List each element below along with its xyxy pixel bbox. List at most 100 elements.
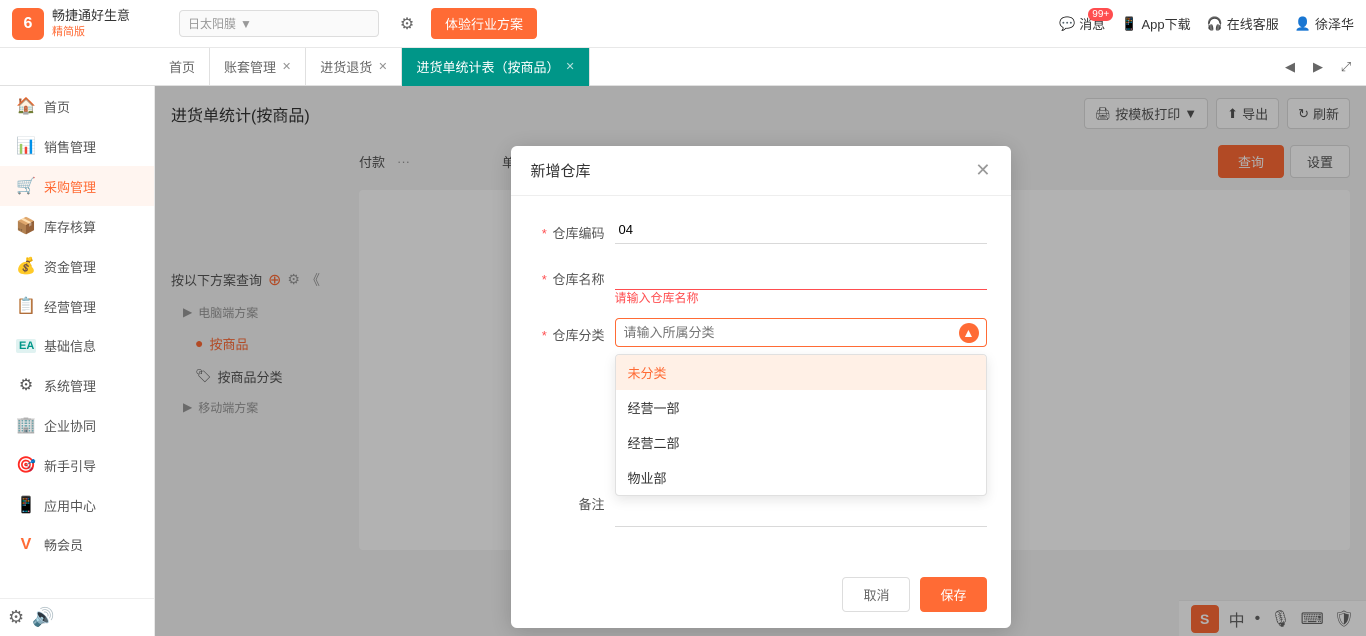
category-select-wrap: ▲ 未分类 经营一部 经营二部 物业部 [615, 318, 987, 347]
message-badge: 99+ [1088, 8, 1113, 21]
purchase-icon: 🛒 [16, 176, 36, 196]
note-label: 备注 [535, 487, 615, 513]
app-download-item[interactable]: 📱 App下载 [1121, 14, 1190, 33]
sidebar-enterprise-label: 企业协同 [44, 416, 96, 435]
category-dropdown: 未分类 经营一部 经营二部 物业部 [615, 354, 987, 496]
sidebar-sales-label: 销售管理 [44, 137, 96, 156]
tab-purchase-stats-close-icon[interactable]: ✕ [566, 60, 575, 73]
dropdown-item-dept1[interactable]: 经营一部 [616, 390, 986, 425]
sidebar-item-vip[interactable]: V 畅会员 [0, 525, 154, 564]
name-label-text: 仓库名称 [552, 272, 604, 287]
dropdown-item-none[interactable]: 未分类 [616, 355, 986, 390]
category-arrow-up-icon[interactable]: ▲ [959, 323, 979, 343]
dialog-close-icon[interactable]: ✕ [975, 160, 990, 181]
sidebar-item-guide[interactable]: 🎯 新手引导 [0, 445, 154, 485]
sidebar-purchase-label: 采购管理 [44, 177, 96, 196]
tab-purchase-return-close-icon[interactable]: ✕ [378, 60, 387, 73]
headset-icon: 🎧 [1207, 16, 1223, 32]
guide-icon: 🎯 [16, 455, 36, 475]
main-layout: 🏠 首页 📊 销售管理 🛒 采购管理 📦 库存核算 💰 资金管理 📋 经营管理 … [0, 86, 1366, 636]
sidebar-bottom: ⚙ 🔊 [0, 598, 154, 636]
warehouse-name-input[interactable] [615, 262, 987, 290]
top-header: 6 畅捷通好生意 精简版 日太阳膜 ▼ ⚙ 体验行业方案 💬 消息 99+ 📱 … [0, 0, 1366, 48]
tab-prev-icon[interactable]: ◀ [1278, 55, 1302, 79]
tab-expand-icon[interactable]: ⤢ [1334, 55, 1358, 79]
tab-next-icon[interactable]: ▶ [1306, 55, 1330, 79]
warehouse-code-input[interactable] [615, 216, 987, 244]
form-row-category: * 仓库分类 ▲ 未分类 经营一部 经营二部 物业部 [535, 318, 987, 347]
sidebar-item-enterprise[interactable]: 🏢 企业协同 [0, 405, 154, 445]
system-icon: ⚙ [16, 375, 36, 395]
online-service-label: 在线客服 [1227, 14, 1279, 33]
phone-icon: 📱 [1121, 16, 1137, 32]
tab-account-close-icon[interactable]: ✕ [282, 60, 291, 73]
dropdown-item-dept2[interactable]: 经营二部 [616, 425, 986, 460]
sales-icon: 📊 [16, 136, 36, 156]
form-row-name: * 仓库名称 请输入仓库名称 [535, 262, 987, 290]
category-label: * 仓库分类 [535, 318, 615, 344]
warehouse-name-error-msg: 请输入仓库名称 [615, 289, 699, 306]
code-required-star: * [542, 226, 547, 241]
sidebar-finance-label: 资金管理 [44, 257, 96, 276]
tab-purchase-stats-label: 进货单统计表（按商品） [416, 57, 559, 76]
dialog-overlay: 新增仓库 ✕ * 仓库编码 * [155, 86, 1366, 636]
tab-purchase-return[interactable]: 进货退货 ✕ [306, 48, 402, 86]
tab-account[interactable]: 账套管理 ✕ [210, 48, 306, 86]
sidebar-item-system[interactable]: ⚙ 系统管理 [0, 365, 154, 405]
sidebar-inventory-label: 库存核算 [44, 217, 96, 236]
dropdown-arrow-icon: ▼ [240, 17, 252, 31]
vip-icon: V [16, 536, 36, 554]
dialog-title: 新增仓库 [531, 160, 591, 181]
message-item[interactable]: 💬 消息 99+ [1059, 14, 1105, 33]
sidebar-operations-label: 经营管理 [44, 297, 96, 316]
dialog-body: * 仓库编码 * 仓库名称 请输入仓库名称 [511, 196, 1011, 565]
dialog-footer: 取消 保存 [511, 565, 1011, 628]
operations-icon: 📋 [16, 296, 36, 316]
sidebar-item-purchase[interactable]: 🛒 采购管理 [0, 166, 154, 206]
finance-icon: 💰 [16, 256, 36, 276]
tab-controls: ◀ ▶ ⤢ [1278, 55, 1366, 79]
sidebar-item-finance[interactable]: 💰 资金管理 [0, 246, 154, 286]
tab-purchase-return-label: 进货退货 [320, 57, 372, 76]
online-service-item[interactable]: 🎧 在线客服 [1207, 14, 1279, 33]
sidebar-item-inventory[interactable]: 📦 库存核算 [0, 206, 154, 246]
tab-purchase-stats[interactable]: 进货单统计表（按商品） ✕ [402, 48, 589, 86]
category-input[interactable] [615, 318, 987, 347]
sidebar-item-app-center[interactable]: 📱 应用中心 [0, 485, 154, 525]
sidebar-home-label: 首页 [44, 97, 70, 116]
logo-text: 畅捷通好生意 精简版 [52, 8, 130, 39]
header-search-inner[interactable]: 日太阳膜 ▼ [179, 10, 379, 37]
basic-info-icon: EA [16, 339, 36, 353]
save-button[interactable]: 保存 [920, 577, 986, 612]
tab-home[interactable]: 首页 [155, 48, 210, 86]
content-area: 进货单统计(按商品) 🖨 按模板打印 ▼ ⬆ 导出 ↻ 刷新 [155, 86, 1366, 636]
tab-bar: 首页 账套管理 ✕ 进货退货 ✕ 进货单统计表（按商品） ✕ ◀ ▶ ⤢ [0, 48, 1366, 86]
settings-bottom-icon[interactable]: ⚙ [8, 607, 24, 628]
tab-account-label: 账套管理 [224, 57, 276, 76]
username-label: 徐泽华 [1315, 14, 1354, 33]
note-label-text: 备注 [578, 497, 604, 512]
trial-button[interactable]: 体验行业方案 [431, 8, 537, 39]
app-download-label: App下载 [1141, 14, 1190, 33]
sidebar-item-basic-info[interactable]: EA 基础信息 [0, 326, 154, 365]
app-center-icon: 📱 [16, 495, 36, 515]
dialog-header: 新增仓库 ✕ [511, 146, 1011, 196]
volume-icon[interactable]: 🔊 [32, 607, 54, 628]
sidebar-item-home[interactable]: 🏠 首页 [0, 86, 154, 126]
sidebar-vip-label: 畅会员 [44, 535, 83, 554]
settings-gear-icon[interactable]: ⚙ [391, 8, 423, 40]
dropdown-item-property[interactable]: 物业部 [616, 460, 986, 495]
sidebar: 🏠 首页 📊 销售管理 🛒 采购管理 📦 库存核算 💰 资金管理 📋 经营管理 … [0, 86, 155, 636]
header-search-wrap: 日太阳膜 ▼ [179, 10, 379, 37]
logo-sub: 精简版 [52, 25, 130, 39]
code-label: * 仓库编码 [535, 216, 615, 242]
name-label: * 仓库名称 [535, 262, 615, 288]
cancel-button[interactable]: 取消 [842, 577, 910, 612]
enterprise-icon: 🏢 [16, 415, 36, 435]
category-label-text: 仓库分类 [552, 328, 604, 343]
user-item[interactable]: 👤 徐泽华 [1295, 14, 1354, 33]
message-icon: 💬 [1059, 16, 1075, 32]
search-text: 日太阳膜 [188, 15, 236, 32]
sidebar-item-sales[interactable]: 📊 销售管理 [0, 126, 154, 166]
sidebar-item-operations[interactable]: 📋 经营管理 [0, 286, 154, 326]
